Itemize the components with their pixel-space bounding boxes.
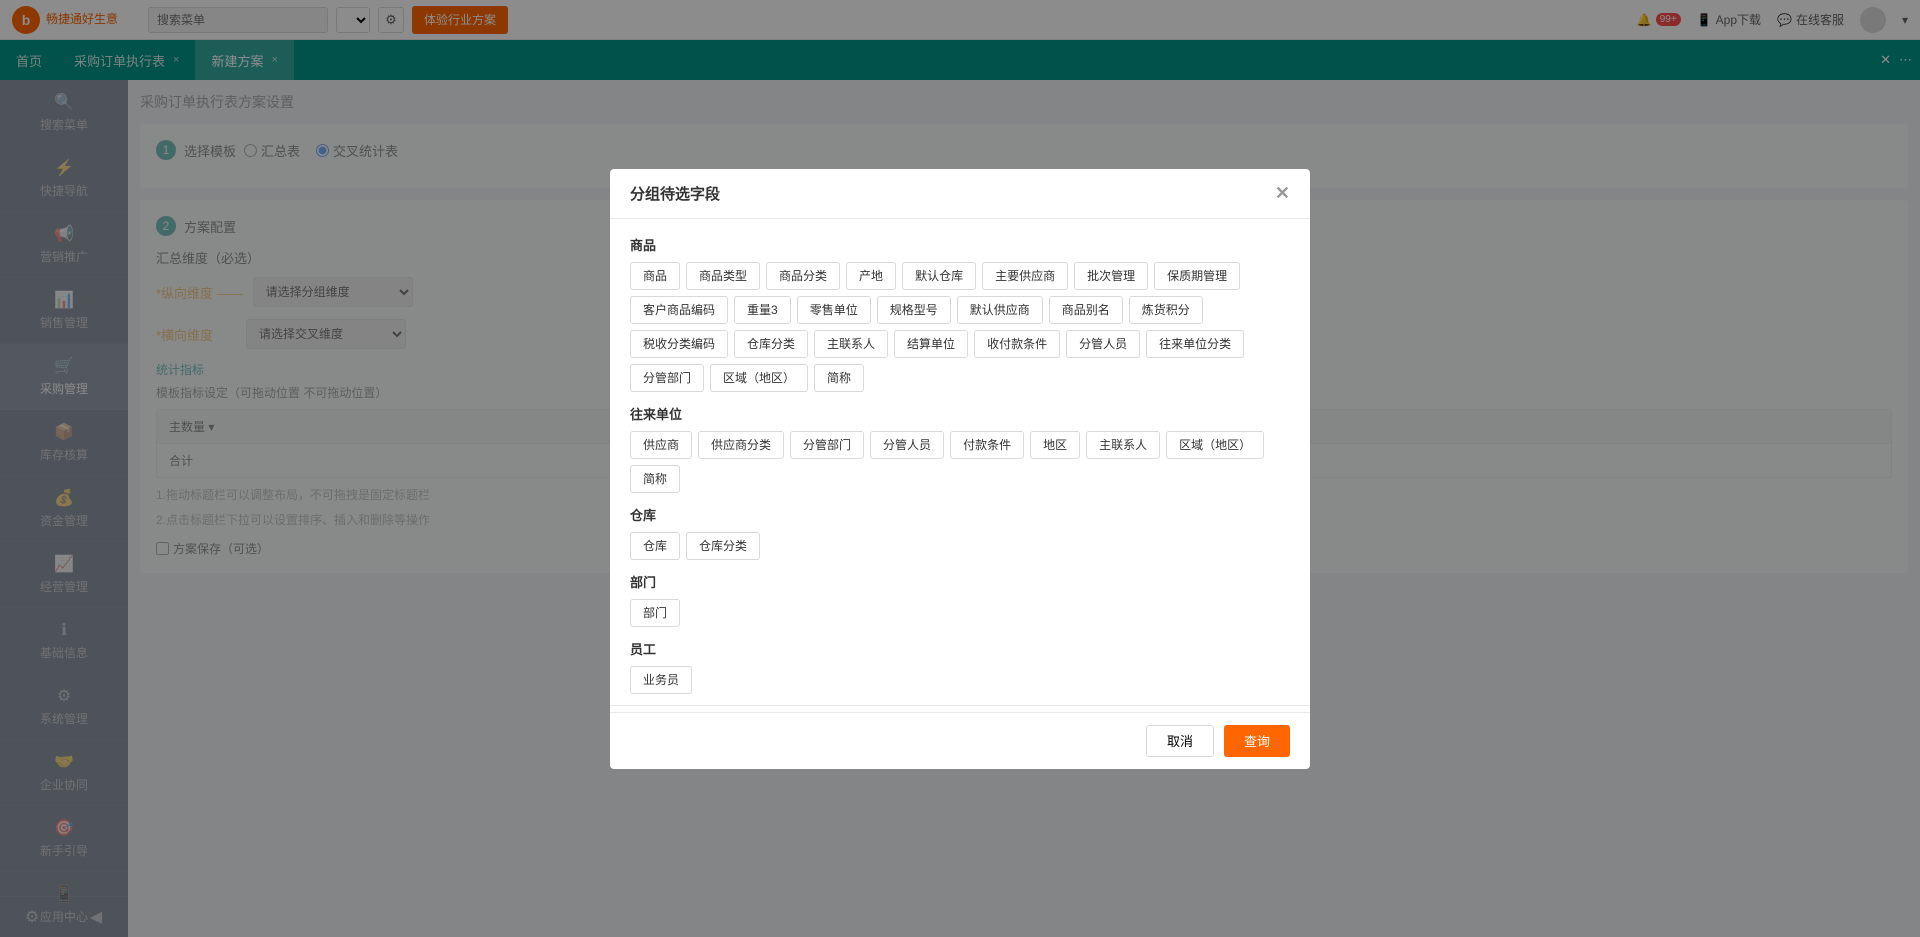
field-tag-refine-points[interactable]: 炼货积分 <box>1129 296 1203 324</box>
section-title-partner: 往来单位 <box>630 404 1290 423</box>
field-tag-region-partner[interactable]: 区域（地区） <box>1166 431 1264 459</box>
field-tag-partner-dept[interactable]: 分管部门 <box>790 431 864 459</box>
field-tag-partner-category[interactable]: 往来单位分类 <box>1146 330 1244 358</box>
field-tag-default-warehouse[interactable]: 默认仓库 <box>902 262 976 290</box>
modal-close-button[interactable]: ✕ <box>1275 184 1290 202</box>
section-title-warehouse: 仓库 <box>630 505 1290 524</box>
field-tag-admin-dept[interactable]: 分管部门 <box>630 364 704 392</box>
field-tag-warehouse-cat[interactable]: 仓库分类 <box>686 532 760 560</box>
field-tag-dept[interactable]: 部门 <box>630 599 680 627</box>
field-tag-supplier[interactable]: 供应商 <box>630 431 692 459</box>
modal-horizontal-scrollbar[interactable] <box>610 705 1310 712</box>
modal-header: 分组待选字段 ✕ <box>610 169 1310 219</box>
field-tag-partner-contact[interactable]: 主联系人 <box>1086 431 1160 459</box>
field-tag-product-category[interactable]: 商品分类 <box>766 262 840 290</box>
field-tag-expiry-mgmt[interactable]: 保质期管理 <box>1154 262 1240 290</box>
field-tag-origin[interactable]: 产地 <box>846 262 896 290</box>
field-tag-customer-code[interactable]: 客户商品编码 <box>630 296 728 324</box>
field-tag-retail-unit[interactable]: 零售单位 <box>797 296 871 324</box>
field-tag-main-contact[interactable]: 主联系人 <box>814 330 888 358</box>
field-tag-area[interactable]: 地区 <box>1030 431 1080 459</box>
field-tag-main-supplier[interactable]: 主要供应商 <box>982 262 1068 290</box>
modal-footer: 取消 查询 <box>610 712 1310 769</box>
modal-overlay: 分组待选字段 ✕ 商品 商品 商品类型 商品分类 产地 默认仓库 主要供应商 批… <box>0 0 1920 937</box>
field-tag-batch-mgmt[interactable]: 批次管理 <box>1074 262 1148 290</box>
field-tag-abbr-product[interactable]: 简称 <box>814 364 864 392</box>
field-tag-abbr-partner[interactable]: 简称 <box>630 465 680 493</box>
field-tag-settlement-unit[interactable]: 结算单位 <box>894 330 968 358</box>
field-tag-spec-model[interactable]: 规格型号 <box>877 296 951 324</box>
field-selector-modal: 分组待选字段 ✕ 商品 商品 商品类型 商品分类 产地 默认仓库 主要供应商 批… <box>610 169 1310 769</box>
field-tag-product-type[interactable]: 商品类型 <box>686 262 760 290</box>
section-title-product: 商品 <box>630 235 1290 254</box>
confirm-button[interactable]: 查询 <box>1224 725 1290 757</box>
field-tag-product[interactable]: 商品 <box>630 262 680 290</box>
cancel-button[interactable]: 取消 <box>1146 725 1214 757</box>
employee-fields: 业务员 <box>630 666 1290 694</box>
section-title-employee: 员工 <box>630 639 1290 658</box>
field-tag-supplier-category[interactable]: 供应商分类 <box>698 431 784 459</box>
field-tag-product-alias[interactable]: 商品别名 <box>1049 296 1123 324</box>
product-fields: 商品 商品类型 商品分类 产地 默认仓库 主要供应商 批次管理 保质期管理 客户… <box>630 262 1290 392</box>
partner-fields: 供应商 供应商分类 分管部门 分管人员 付款条件 地区 主联系人 区域（地区） … <box>630 431 1290 493</box>
field-tag-payment-terms[interactable]: 收付款条件 <box>974 330 1060 358</box>
field-tag-warehouse[interactable]: 仓库 <box>630 532 680 560</box>
field-tag-payment-cond[interactable]: 付款条件 <box>950 431 1024 459</box>
dept-fields: 部门 <box>630 599 1290 627</box>
field-tag-weight3[interactable]: 重量3 <box>734 296 791 324</box>
field-tag-partner-person[interactable]: 分管人员 <box>870 431 944 459</box>
field-tag-tax-code[interactable]: 税收分类编码 <box>630 330 728 358</box>
modal-body: 商品 商品 商品类型 商品分类 产地 默认仓库 主要供应商 批次管理 保质期管理… <box>610 219 1310 705</box>
field-tag-salesperson[interactable]: 业务员 <box>630 666 692 694</box>
modal-title: 分组待选字段 <box>630 183 720 204</box>
field-tag-region-product[interactable]: 区域（地区） <box>710 364 808 392</box>
field-tag-default-supplier[interactable]: 默认供应商 <box>957 296 1043 324</box>
field-tag-admin-person[interactable]: 分管人员 <box>1066 330 1140 358</box>
section-title-dept: 部门 <box>630 572 1290 591</box>
field-tag-warehouse-category[interactable]: 仓库分类 <box>734 330 808 358</box>
warehouse-fields: 仓库 仓库分类 <box>630 532 1290 560</box>
